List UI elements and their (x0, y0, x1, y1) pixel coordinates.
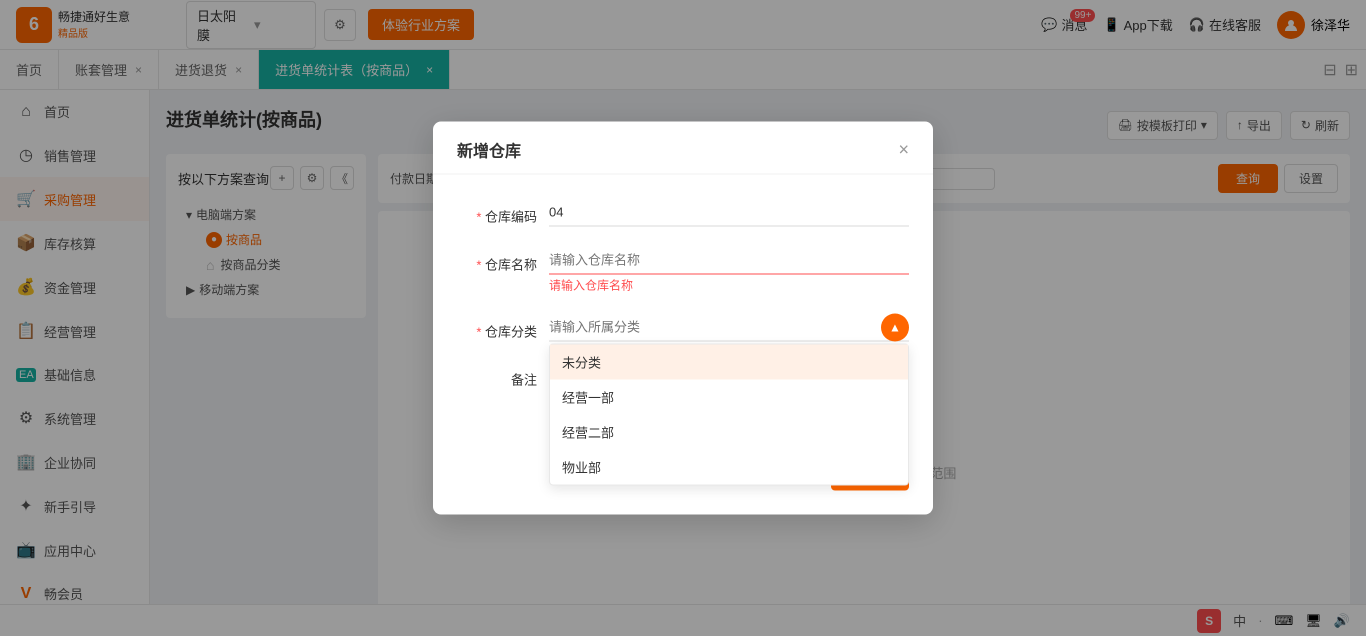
category-dropdown-arrow[interactable]: ▲ (881, 314, 909, 342)
name-label: 仓库名称 (457, 247, 537, 274)
option-uncategorized[interactable]: 未分类 (550, 345, 908, 380)
name-input[interactable] (549, 247, 909, 275)
option-property[interactable]: 物业部 (550, 450, 908, 485)
name-input-wrapper: 请输入仓库名称 (549, 247, 909, 294)
modal-body: 仓库编码 仓库名称 请输入仓库名称 仓库分类 ▲ (433, 175, 933, 422)
modal-close-btn[interactable]: × (898, 139, 909, 160)
remark-label: 备注 (457, 362, 537, 389)
category-dropdown-wrapper: ▲ 未分类 经营一部 经营二部 物业部 (549, 314, 909, 342)
category-input[interactable] (549, 314, 909, 342)
option-ops1[interactable]: 经营一部 (550, 380, 908, 415)
new-warehouse-modal: 新增仓库 × 仓库编码 仓库名称 请输入仓库名称 仓库分类 (433, 122, 933, 515)
form-row-name: 仓库名称 请输入仓库名称 (457, 247, 909, 294)
form-row-category: 仓库分类 ▲ 未分类 经营一部 经营二部 物业部 (457, 314, 909, 342)
name-error-msg: 请输入仓库名称 (549, 277, 909, 294)
modal-title: 新增仓库 (457, 138, 521, 162)
category-dropdown-list: 未分类 经营一部 经营二部 物业部 (549, 344, 909, 486)
modal-header: 新增仓库 × (433, 122, 933, 175)
category-label: 仓库分类 (457, 314, 537, 341)
code-input[interactable] (549, 199, 909, 227)
code-input-wrapper (549, 199, 909, 227)
option-ops2[interactable]: 经营二部 (550, 415, 908, 450)
code-label: 仓库编码 (457, 199, 537, 226)
form-row-code: 仓库编码 (457, 199, 909, 227)
